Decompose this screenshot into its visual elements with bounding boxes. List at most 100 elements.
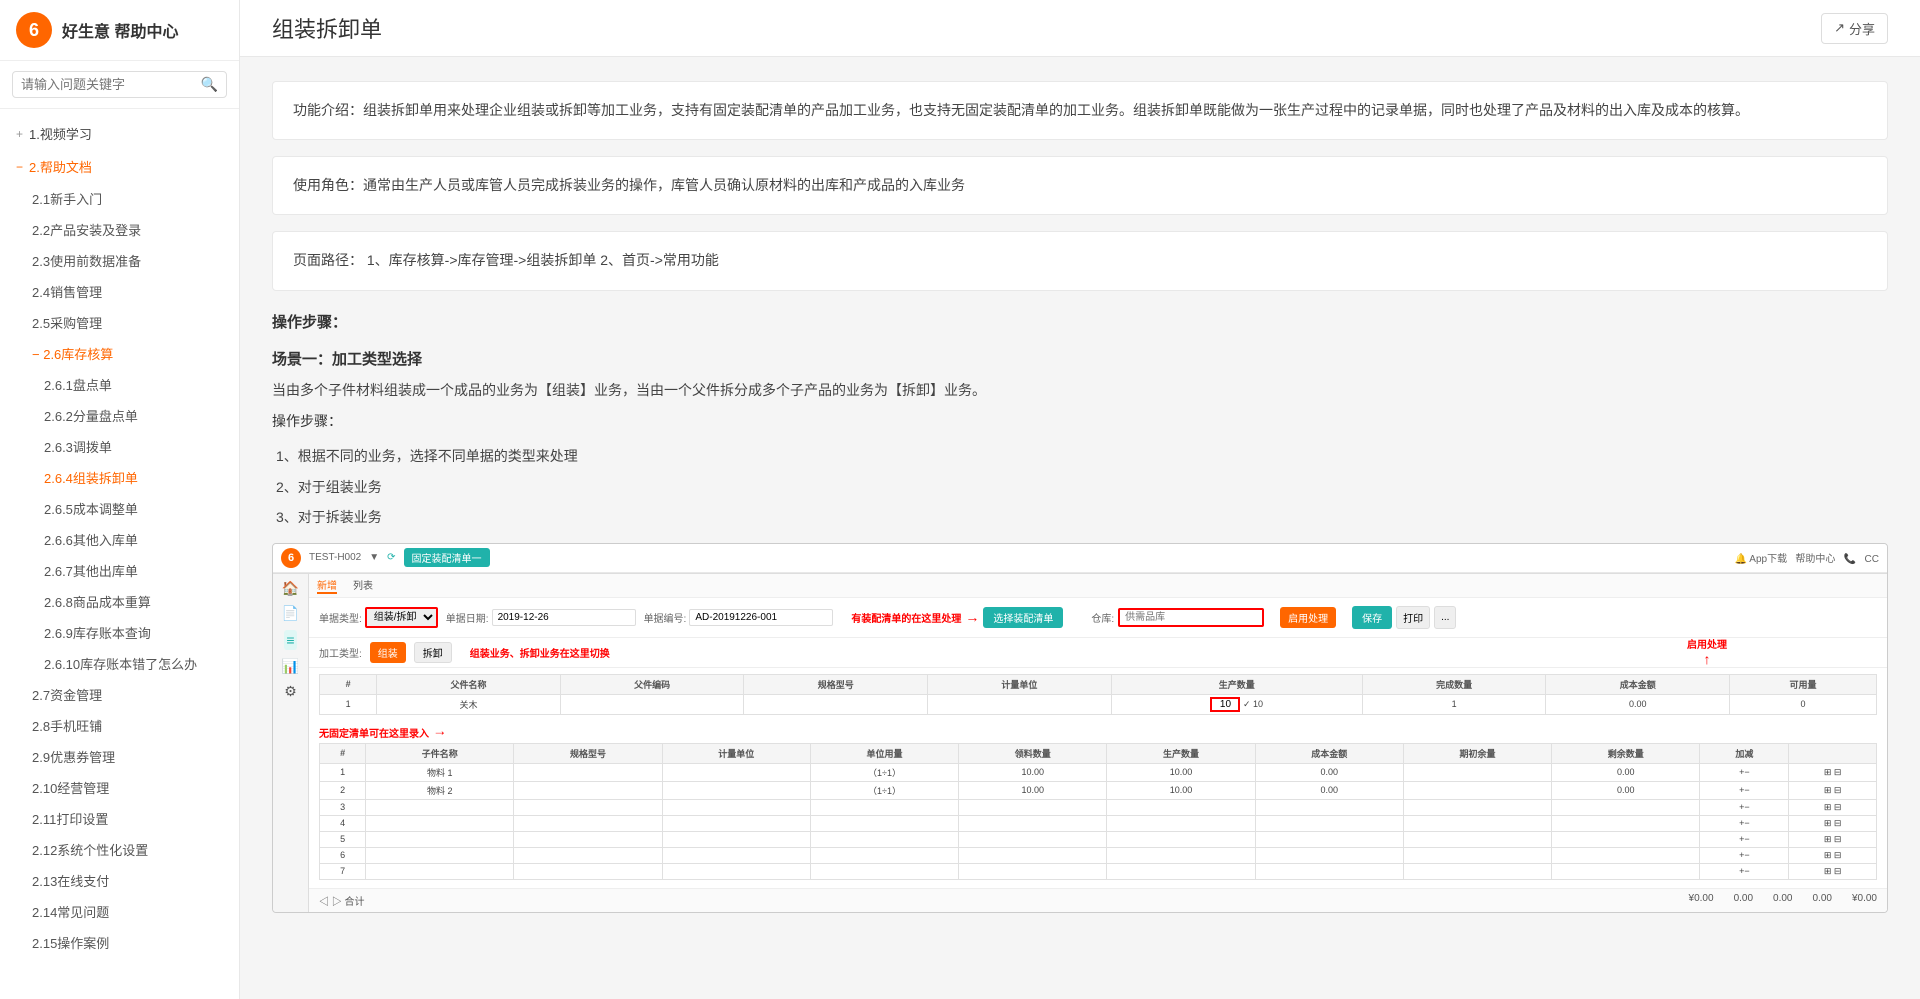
sidebar-item-inventory[interactable]: − 2.6库存核算	[0, 338, 239, 369]
sidebar-item-print[interactable]: 2.11打印设置	[0, 803, 239, 834]
ss-more-btn[interactable]: ...	[1434, 606, 1456, 629]
step-1: 1、根据不同的业务，选择不同单据的类型来处理	[272, 443, 1888, 470]
ss-field-type: 单据类型: 组装/拆卸	[319, 607, 438, 628]
ss-nav-doc[interactable]: 📄	[282, 605, 299, 622]
sidebar-item-transfer[interactable]: 2.6.3调拨单	[0, 431, 239, 462]
search-icon[interactable]: 🔍	[201, 76, 218, 93]
ss-type-disassembly[interactable]: 拆卸	[414, 642, 452, 663]
th-done-qty: 完成数量	[1362, 674, 1546, 694]
ss-num-input[interactable]	[689, 609, 833, 626]
intro-block-2: 使用角色：通常由生产人员或库管人员完成拆装业务的操作，库管人员确认原材料的出库和…	[272, 156, 1888, 215]
ss-nav-settings[interactable]: ⚙	[284, 683, 297, 700]
td-prod: ✓ 10	[1111, 694, 1362, 714]
th-avail: 可用量	[1730, 674, 1877, 694]
sidebar-item-finance[interactable]: 2.7资金管理	[0, 679, 239, 710]
ss-process-btn[interactable]: 启用处理	[1280, 607, 1336, 628]
topbar-id: TEST-H002	[309, 552, 361, 563]
sidebar-item-ledger-query[interactable]: 2.6.9库存账本查询	[0, 617, 239, 648]
sidebar-item-ledger-error[interactable]: 2.6.10库存账本错了怎么办	[0, 648, 239, 679]
ops-label: 操作步骤：	[272, 411, 1888, 431]
sidebar-item-data-prep[interactable]: 2.3使用前数据准备	[0, 245, 239, 276]
ss-type-assembly[interactable]: 组装	[370, 642, 406, 663]
ss-type-select[interactable]: 组装/拆卸	[365, 607, 438, 628]
screenshot-form-top: 单据类型: 组装/拆卸 单据日期: 单据编号:	[309, 598, 1887, 638]
screenshot-bottom-table-wrap: # 子件名称 规格型号 计量单位 单位用量 领料数量 生产数量 成本金额 期初余…	[309, 743, 1887, 888]
screenshot-body: 🏠 📄 ≡ 📊 ⚙ 新增 列表 单据类型:	[273, 573, 1887, 912]
annotation-series-text: 有装配清单的在这里处理	[851, 610, 961, 625]
arrow-right-icon: →	[965, 609, 979, 625]
bth-num: #	[320, 743, 366, 763]
path-text: 页面路径： 1、库存核算->库存管理->组装拆卸单 2、首页->常用功能	[293, 248, 1867, 273]
scene1-title: 场景一：加工类型选择	[272, 348, 1888, 369]
ss-nav-list[interactable]: ≡	[284, 630, 296, 650]
th-unit: 计量单位	[928, 674, 1112, 694]
intro-text-2: 使用角色：通常由生产人员或库管人员完成拆装业务的操作，库管人员确认原材料的出库和…	[293, 173, 1867, 198]
td-prod-input[interactable]	[1210, 697, 1240, 712]
main-content: 功能介绍：组装拆卸单用来处理企业组装或拆卸等加工业务，支持有固定装配清单的产品加…	[240, 57, 1920, 999]
footer-totals: ¥0.00 0.00 0.00 0.00 ¥0.00	[1689, 893, 1877, 908]
ss-warehouse-input[interactable]	[1118, 608, 1264, 627]
sidebar-item-newbie[interactable]: 2.1新手入门	[0, 183, 239, 214]
sidebar-item-cost-adjust[interactable]: 2.6.5成本调整单	[0, 493, 239, 524]
sidebar-item-ops[interactable]: 2.10经营管理	[0, 772, 239, 803]
screenshot-top-table-wrap: # 父件名称 父件编码 规格型号 计量单位 生产数量 完成数量 成本金额 可用量	[309, 668, 1887, 723]
sidebar-item-case[interactable]: 2.15操作案例	[0, 927, 239, 958]
annotation-noseries-arrow: ↓	[431, 729, 447, 736]
sidebar-item-assembly[interactable]: 2.6.4组装拆卸单	[0, 462, 239, 493]
screenshot-bottom-table: # 子件名称 规格型号 计量单位 单位用量 领料数量 生产数量 成本金额 期初余…	[319, 743, 1877, 880]
ss-nav-chart[interactable]: 📊	[282, 658, 299, 675]
ss-menu-new[interactable]: 新增	[317, 577, 337, 594]
app-logo-small: 6	[281, 548, 301, 568]
bth-cost: 成本金额	[1255, 743, 1403, 763]
sidebar: 6 好生意 帮助中心 🔍 + 1.视频学习 − 2.帮助文档 2.1新手入门	[0, 0, 240, 999]
footer-total3: 0.00	[1773, 893, 1792, 908]
sidebar-item-docs[interactable]: − 2.帮助文档	[0, 150, 239, 183]
ss-nav-home[interactable]: 🏠	[282, 580, 299, 597]
ss-action-btns: 保存 打印 ...	[1352, 606, 1456, 629]
sidebar-item-purchase[interactable]: 2.5采购管理	[0, 307, 239, 338]
sidebar-nav: + 1.视频学习 − 2.帮助文档 2.1新手入门 2.2产品安装及登录 2.3…	[0, 109, 239, 999]
ss-print-btn[interactable]: 打印	[1396, 606, 1430, 629]
sidebar-item-faq[interactable]: 2.14常见问题	[0, 896, 239, 927]
footer-total4: 0.00	[1813, 893, 1832, 908]
ss-menu-list[interactable]: 列表	[353, 577, 373, 594]
bth-unit-qty: 单位用量	[810, 743, 958, 763]
table-row: 7+−⊞ ⊟	[320, 863, 1877, 879]
sidebar-item-stocktake[interactable]: 2.6.1盘点单	[0, 369, 239, 400]
table-row: 1 物料 1 （1÷1） 10.00 10.00 0.00 0.00	[320, 763, 1877, 781]
share-button[interactable]: ↗ 分享	[1821, 13, 1888, 44]
bth-prod-qty: 生产数量	[1107, 743, 1255, 763]
sidebar-item-coupon[interactable]: 2.9优惠券管理	[0, 741, 239, 772]
th-num: #	[320, 674, 377, 694]
td-cost: 0.00	[1546, 694, 1730, 714]
sidebar-item-sales[interactable]: 2.4销售管理	[0, 276, 239, 307]
ops-title: 操作步骤：	[272, 311, 1888, 332]
sidebar-item-partial-stocktake[interactable]: 2.6.2分量盘点单	[0, 400, 239, 431]
sidebar-item-system[interactable]: 2.12系统个性化设置	[0, 834, 239, 865]
ss-save-btn[interactable]: 保存	[1352, 606, 1392, 629]
page-title: 组装拆卸单	[272, 12, 382, 44]
ss-field-date-label: 单据日期:	[446, 610, 489, 625]
ss-field-num: 单据编号:	[644, 609, 834, 626]
bth-init: 期初余量	[1403, 743, 1551, 763]
ss-field-type-label: 单据类型:	[319, 610, 362, 625]
bth-remain: 剩余数量	[1552, 743, 1700, 763]
sidebar-item-cost-recalc[interactable]: 2.6.8商品成本重算	[0, 586, 239, 617]
sidebar-item-other-out[interactable]: 2.6.7其他出库单	[0, 555, 239, 586]
search-input[interactable]	[21, 77, 201, 92]
sidebar-item-payment[interactable]: 2.13在线支付	[0, 865, 239, 896]
sidebar-item-videos[interactable]: + 1.视频学习	[0, 117, 239, 150]
table-row: 3+−⊞ ⊟	[320, 799, 1877, 815]
sidebar-item-mobile[interactable]: 2.8手机旺铺	[0, 710, 239, 741]
td-avail: 0	[1730, 694, 1877, 714]
nav-group-videos: + 1.视频学习	[0, 117, 239, 150]
sidebar-item-install[interactable]: 2.2产品安装及登录	[0, 214, 239, 245]
ss-date-input[interactable]	[492, 609, 636, 626]
ss-field-num-label: 单据编号:	[644, 610, 687, 625]
ss-confirm-btn[interactable]: 选择装配清单	[983, 607, 1063, 628]
ss-warehouse-field: 仓库:	[1091, 608, 1264, 627]
topbar-series-btn[interactable]: 固定装配清单一	[404, 548, 490, 567]
intro-block-1: 功能介绍：组装拆卸单用来处理企业组装或拆卸等加工业务，支持有固定装配清单的产品加…	[272, 81, 1888, 140]
bth-addminus: 加减	[1700, 743, 1789, 763]
sidebar-item-other-in[interactable]: 2.6.6其他入库单	[0, 524, 239, 555]
